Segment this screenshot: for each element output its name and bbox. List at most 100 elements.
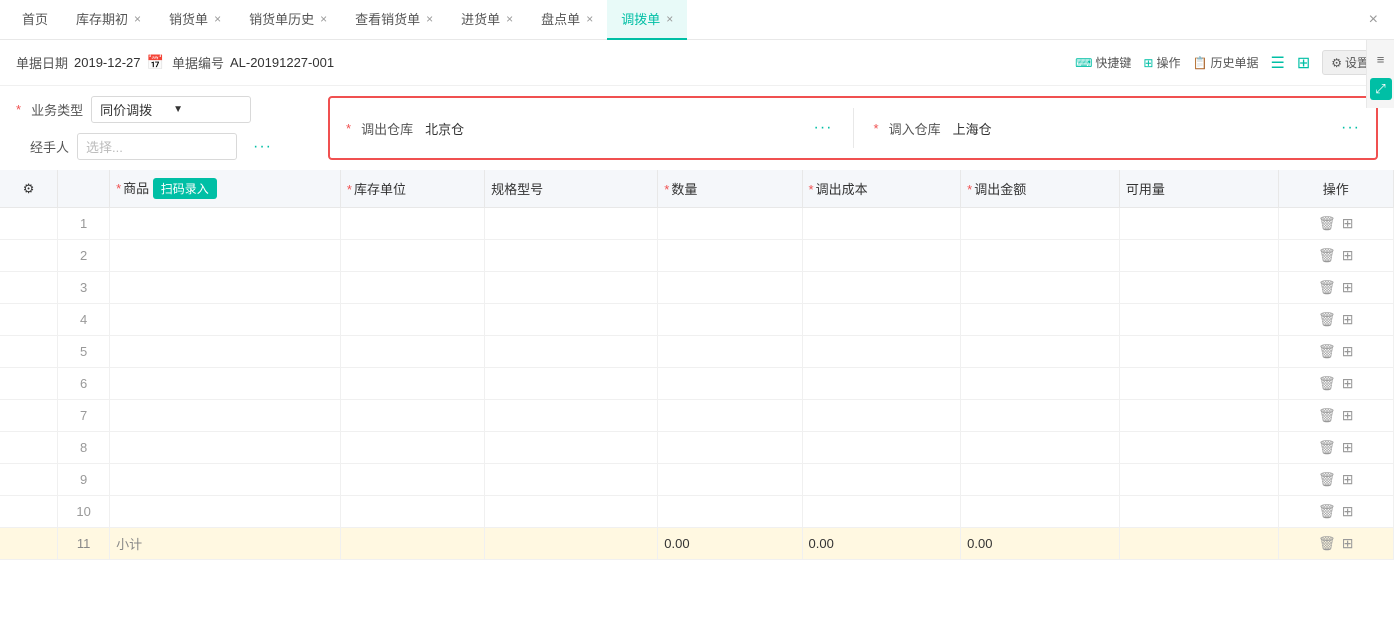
transfer-in-more-icon[interactable]: ··· (1341, 119, 1360, 137)
row-amount-cell[interactable] (961, 336, 1120, 368)
row-cost-cell[interactable] (802, 336, 961, 368)
layout-icon-1[interactable]: ☰ (1270, 53, 1284, 73)
row-amount-cell[interactable] (961, 208, 1120, 240)
row-qty-cell[interactable] (658, 400, 802, 432)
scan-button[interactable]: 扫码录入 (153, 178, 217, 199)
row-spec-cell[interactable] (485, 496, 658, 528)
tab-inventory-check[interactable]: 盘点单 × (527, 0, 607, 40)
copy-icon[interactable]: ⊞ (1342, 279, 1354, 296)
row-product-cell[interactable] (110, 208, 341, 240)
tab-view-sales[interactable]: 查看销货单 × (341, 0, 447, 40)
tab-inventory-init[interactable]: 库存期初 × (62, 0, 155, 40)
row-product-cell[interactable] (110, 336, 341, 368)
row-cost-cell[interactable] (802, 400, 961, 432)
row-unit-cell[interactable] (340, 336, 484, 368)
row-amount-cell[interactable] (961, 400, 1120, 432)
row-cost-cell[interactable] (802, 304, 961, 336)
delete-icon[interactable]: 🗑 (1318, 343, 1336, 360)
sidebar-expand-icon[interactable]: ⤢ (1370, 78, 1392, 100)
row-spec-cell[interactable] (485, 464, 658, 496)
history-button[interactable]: 📋 历史单据 (1193, 54, 1259, 71)
tab-sales-order-close[interactable]: × (214, 13, 221, 25)
transfer-out-more-icon[interactable]: ··· (814, 119, 833, 137)
row-spec-cell[interactable] (485, 400, 658, 432)
row-unit-cell[interactable] (340, 240, 484, 272)
row-qty-cell[interactable] (658, 496, 802, 528)
delete-icon[interactable]: 🗑 (1318, 247, 1336, 264)
row-unit-cell[interactable] (340, 304, 484, 336)
row-qty-cell[interactable] (658, 240, 802, 272)
row-unit-cell[interactable] (340, 368, 484, 400)
tab-purchase-close[interactable]: × (506, 13, 513, 25)
tab-sales-history[interactable]: 销货单历史 × (235, 0, 341, 40)
shortcuts-button[interactable]: ⌨ 快捷键 (1075, 54, 1131, 71)
row-product-cell[interactable] (110, 240, 341, 272)
tab-home[interactable]: 首页 (8, 0, 62, 40)
copy-icon[interactable]: ⊞ (1342, 439, 1354, 456)
row-product-cell[interactable] (110, 496, 341, 528)
copy-icon[interactable]: ⊞ (1342, 503, 1354, 520)
operations-button[interactable]: ⊞ 操作 (1143, 54, 1180, 71)
row-amount-cell[interactable] (961, 240, 1120, 272)
delete-icon[interactable]: 🗑 (1318, 279, 1336, 296)
row-spec-cell[interactable] (485, 432, 658, 464)
row-qty-cell[interactable] (658, 464, 802, 496)
tab-sales-history-close[interactable]: × (320, 13, 327, 25)
row-product-cell[interactable] (110, 368, 341, 400)
row-qty-cell[interactable] (658, 304, 802, 336)
row-unit-cell[interactable] (340, 272, 484, 304)
delete-icon[interactable]: 🗑 (1318, 375, 1336, 392)
row-amount-cell[interactable] (961, 464, 1120, 496)
row-spec-cell[interactable] (485, 368, 658, 400)
delete-icon[interactable]: 🗑 (1318, 215, 1336, 232)
row-product-cell[interactable] (110, 272, 341, 304)
row-spec-cell[interactable] (485, 208, 658, 240)
row-cost-cell[interactable] (802, 240, 961, 272)
delete-icon[interactable]: 🗑 (1318, 471, 1336, 488)
row-qty-cell[interactable] (658, 272, 802, 304)
row-spec-cell[interactable] (485, 272, 658, 304)
delete-icon[interactable]: 🗑 (1318, 311, 1336, 328)
row-cost-cell[interactable] (802, 432, 961, 464)
tab-transfer[interactable]: 调拨单 × (607, 0, 687, 40)
row-amount-cell[interactable] (961, 432, 1120, 464)
row-spec-cell[interactable] (485, 304, 658, 336)
row-cost-cell[interactable] (802, 272, 961, 304)
copy-icon[interactable]: ⊞ (1342, 311, 1354, 328)
row-unit-cell[interactable] (340, 400, 484, 432)
layout-icon-2[interactable]: ⊞ (1297, 53, 1310, 73)
row-cost-cell[interactable] (802, 208, 961, 240)
row-qty-cell[interactable] (658, 336, 802, 368)
delete-icon[interactable]: 🗑 (1318, 503, 1336, 520)
delete-icon[interactable]: 🗑 (1318, 407, 1336, 424)
row-amount-cell[interactable] (961, 368, 1120, 400)
row-cost-cell[interactable] (802, 368, 961, 400)
delete-icon[interactable]: 🗑 (1318, 439, 1336, 456)
row-unit-cell[interactable] (340, 432, 484, 464)
copy-icon[interactable]: ⊞ (1342, 247, 1354, 264)
row-product-cell[interactable] (110, 464, 341, 496)
row-unit-cell[interactable] (340, 496, 484, 528)
copy-icon[interactable]: ⊞ (1342, 215, 1354, 232)
person-more-icon[interactable]: ··· (253, 138, 272, 156)
tab-inventory-init-close[interactable]: × (134, 13, 141, 25)
row-product-cell[interactable] (110, 304, 341, 336)
tab-transfer-close[interactable]: × (666, 13, 673, 25)
col-header-gear[interactable]: ⚙ (0, 170, 58, 208)
row-cost-cell[interactable] (802, 496, 961, 528)
row-amount-cell[interactable] (961, 496, 1120, 528)
row-amount-cell[interactable] (961, 304, 1120, 336)
row-qty-cell[interactable] (658, 368, 802, 400)
row-spec-cell[interactable] (485, 336, 658, 368)
sidebar-list-icon[interactable]: ≡ (1370, 48, 1392, 70)
delete-icon[interactable]: 🗑 (1318, 535, 1336, 552)
copy-icon[interactable]: ⊞ (1342, 535, 1354, 552)
copy-icon[interactable]: ⊞ (1342, 375, 1354, 392)
row-qty-cell[interactable] (658, 208, 802, 240)
calendar-icon[interactable]: 📅 (147, 54, 164, 71)
window-close-button[interactable]: × (1361, 7, 1386, 33)
copy-icon[interactable]: ⊞ (1342, 343, 1354, 360)
copy-icon[interactable]: ⊞ (1342, 471, 1354, 488)
row-unit-cell[interactable] (340, 208, 484, 240)
tab-view-sales-close[interactable]: × (426, 13, 433, 25)
